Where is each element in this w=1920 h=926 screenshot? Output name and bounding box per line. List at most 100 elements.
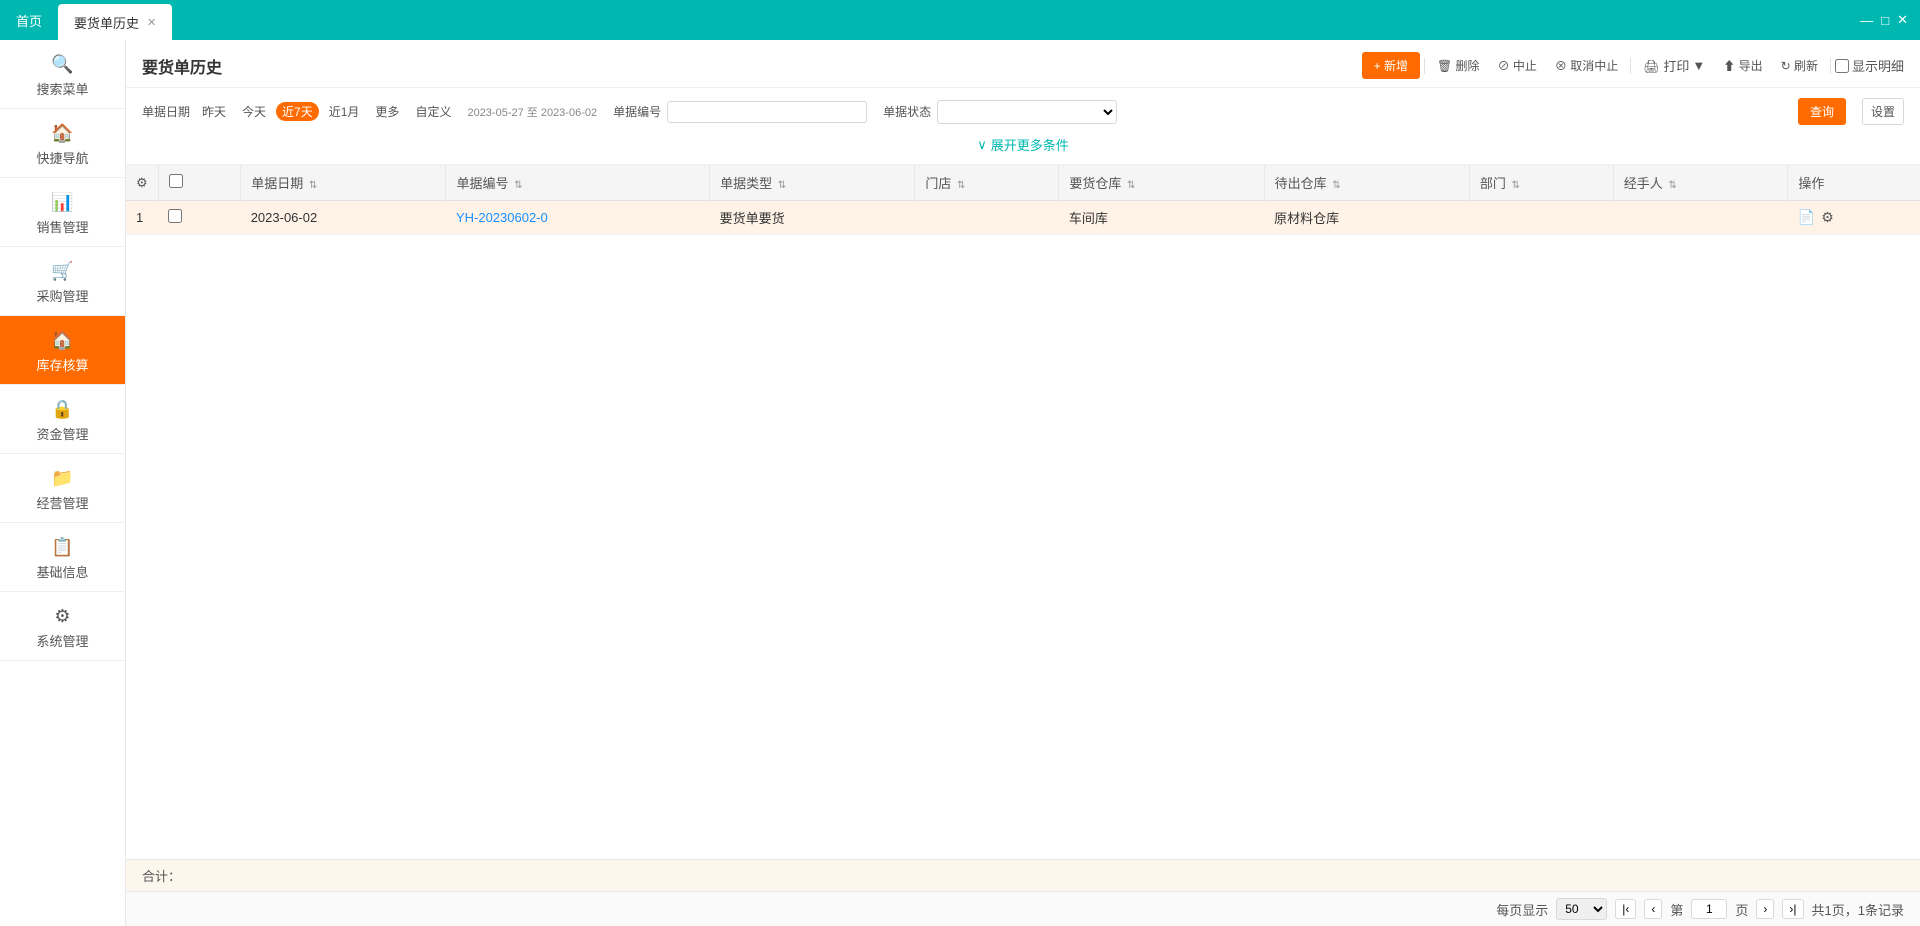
new-button[interactable]: + 新增 xyxy=(1362,52,1420,79)
main-layout: 🔍 搜索菜单 🏠 快捷导航 📊 销售管理 🛒 采购管理 🏠 库存核算 🔒 资金管… xyxy=(0,40,1920,926)
sidebar-item-sales[interactable]: 📊 销售管理 xyxy=(0,178,125,247)
td-index: 1 xyxy=(126,201,158,235)
minimize-icon[interactable]: — xyxy=(1860,13,1873,28)
first-page-button[interactable]: |‹ xyxy=(1615,899,1636,919)
sidebar-item-inventory[interactable]: 🏠 库存核算 xyxy=(0,316,125,385)
divider-1 xyxy=(1424,58,1425,74)
td-number: YH-20230602-0 xyxy=(446,201,710,235)
sidebar-item-basicinfo-label: 基础信息 xyxy=(36,562,88,581)
sidebar-item-quick-nav[interactable]: 🏠 快捷导航 xyxy=(0,109,125,178)
show-detail-label: 显示明细 xyxy=(1852,56,1904,75)
table-row: 1 2023-06-02 YH-20230602-0 要货单要货 车间库 原材料… xyxy=(126,201,1920,235)
stop-button[interactable]: ⊘ 中止 xyxy=(1490,53,1545,78)
top-bar: 首页 要货单历史 ✕ — □ ✕ xyxy=(0,0,1920,40)
divider-2 xyxy=(1630,58,1631,74)
filter-area: 单据日期 昨天 今天 近7天 近1月 更多 自定义 2023-05-27 至 2… xyxy=(126,88,1920,165)
date-opt-7days[interactable]: 近7天 xyxy=(276,102,319,121)
sidebar-item-system[interactable]: ⚙ 系统管理 xyxy=(0,592,125,661)
edit-action-icon[interactable]: ⚙ xyxy=(1821,209,1834,226)
doc-number-input[interactable] xyxy=(667,101,867,123)
tab-order-history[interactable]: 要货单历史 ✕ xyxy=(58,4,172,40)
tab-home[interactable]: 首页 xyxy=(0,0,58,40)
doc-number-link[interactable]: YH-20230602-0 xyxy=(456,210,548,225)
expand-more-label: 展开更多条件 xyxy=(991,135,1069,154)
page-number-input[interactable] xyxy=(1691,899,1727,919)
page-label: 第 xyxy=(1670,900,1683,919)
status-filter: 单据状态 xyxy=(883,100,1117,124)
expand-more[interactable]: ∨ 展开更多条件 xyxy=(142,131,1904,158)
prev-page-button[interactable]: ‹ xyxy=(1644,899,1662,919)
operations-icon: 📁 xyxy=(51,468,73,489)
th-number: 单据编号 ⇅ xyxy=(446,165,710,201)
last-page-button[interactable]: ›| xyxy=(1782,899,1803,919)
total-info: 共1页，1条记录 xyxy=(1812,900,1904,919)
td-type: 要货单要货 xyxy=(710,201,915,235)
close-icon[interactable]: ✕ xyxy=(1897,12,1908,28)
maximize-icon[interactable]: □ xyxy=(1881,13,1889,28)
page-size-label: 每页显示 xyxy=(1496,900,1548,919)
cancel-stop-button[interactable]: ⊗ 取消中止 xyxy=(1547,53,1626,78)
search-menu-icon: 🔍 xyxy=(51,54,73,75)
sidebar-item-basicinfo[interactable]: 📋 基础信息 xyxy=(0,523,125,592)
sidebar-item-sales-label: 销售管理 xyxy=(36,217,88,236)
select-all-checkbox[interactable] xyxy=(169,174,183,188)
query-button[interactable]: 查询 xyxy=(1798,98,1846,125)
settings-button[interactable]: 设置 xyxy=(1862,98,1904,125)
print-dropdown-icon: ▼ xyxy=(1692,58,1705,73)
row-checkbox[interactable] xyxy=(168,209,182,223)
page-header: 要货单历史 + 新增 🗑 删除 ⊘ 中止 ⊗ 取消中止 🖨 打印 ▼ ⬆ 导出 … xyxy=(126,40,1920,88)
tab-close-icon[interactable]: ✕ xyxy=(147,16,156,29)
orders-table: ⚙ 单据日期 ⇅ 单据编号 ⇅ xyxy=(126,165,1920,235)
table-container: ⚙ 单据日期 ⇅ 单据编号 ⇅ xyxy=(126,165,1920,859)
sidebar-item-finance[interactable]: 🔒 资金管理 xyxy=(0,385,125,454)
table-header-row: ⚙ 单据日期 ⇅ 单据编号 ⇅ xyxy=(126,165,1920,201)
purchase-icon: 🛒 xyxy=(51,261,73,282)
td-store xyxy=(915,201,1059,235)
next-page-button[interactable]: › xyxy=(1756,899,1774,919)
status-label: 单据状态 xyxy=(883,103,931,120)
quick-nav-icon: 🏠 xyxy=(51,123,73,144)
page-title: 要货单历史 xyxy=(142,54,222,78)
page-size-select[interactable]: 50 10 20 100 xyxy=(1556,898,1607,920)
view-action-icon[interactable]: 📄 xyxy=(1798,209,1815,226)
sort-date-icon: ⇅ xyxy=(309,180,317,191)
show-detail-checkbox-label[interactable]: 显示明细 xyxy=(1835,56,1904,75)
sort-dept-icon: ⇅ xyxy=(1511,180,1519,191)
sort-handler-icon: ⇅ xyxy=(1668,180,1676,191)
row-actions: 📄 ⚙ xyxy=(1798,209,1910,226)
delete-button[interactable]: 🗑 删除 xyxy=(1429,53,1488,78)
sort-type-icon: ⇅ xyxy=(778,180,786,191)
date-filter: 单据日期 昨天 今天 近7天 近1月 更多 自定义 2023-05-27 至 2… xyxy=(142,102,597,121)
th-settings[interactable]: ⚙ xyxy=(126,165,158,201)
date-opt-today[interactable]: 今天 xyxy=(236,102,272,121)
date-opt-more[interactable]: 更多 xyxy=(369,102,405,121)
th-dept: 部门 ⇅ xyxy=(1469,165,1613,201)
expand-more-icon: ∨ xyxy=(977,137,987,153)
date-label: 单据日期 xyxy=(142,103,190,120)
system-icon: ⚙ xyxy=(54,606,70,627)
th-action: 操作 xyxy=(1788,165,1920,201)
th-date: 单据日期 ⇅ xyxy=(241,165,446,201)
refresh-button[interactable]: ↻ 刷新 xyxy=(1773,53,1826,78)
status-select[interactable] xyxy=(937,100,1117,124)
sidebar-item-purchase[interactable]: 🛒 采购管理 xyxy=(0,247,125,316)
sales-icon: 📊 xyxy=(51,192,73,213)
td-checkbox xyxy=(158,201,241,235)
td-dept xyxy=(1469,201,1613,235)
divider-3 xyxy=(1830,58,1831,74)
doc-number-label: 单据编号 xyxy=(613,103,661,120)
print-button[interactable]: 🖨 打印 ▼ xyxy=(1635,52,1713,79)
sort-number-icon: ⇅ xyxy=(514,180,522,191)
page-unit: 页 xyxy=(1735,900,1748,919)
settings-gear-icon: ⚙ xyxy=(136,175,148,190)
sidebar: 🔍 搜索菜单 🏠 快捷导航 📊 销售管理 🛒 采购管理 🏠 库存核算 🔒 资金管… xyxy=(0,40,126,926)
date-opt-custom[interactable]: 自定义 xyxy=(409,102,457,121)
th-handler: 经手人 ⇅ xyxy=(1613,165,1788,201)
sort-store-icon: ⇅ xyxy=(957,180,965,191)
show-detail-checkbox[interactable] xyxy=(1835,59,1849,73)
date-opt-1month[interactable]: 近1月 xyxy=(323,102,366,121)
sidebar-item-operations[interactable]: 📁 经营管理 xyxy=(0,454,125,523)
sidebar-item-search-menu[interactable]: 🔍 搜索菜单 xyxy=(0,40,125,109)
export-button[interactable]: ⬆ 导出 xyxy=(1715,53,1770,78)
date-opt-yesterday[interactable]: 昨天 xyxy=(196,102,232,121)
